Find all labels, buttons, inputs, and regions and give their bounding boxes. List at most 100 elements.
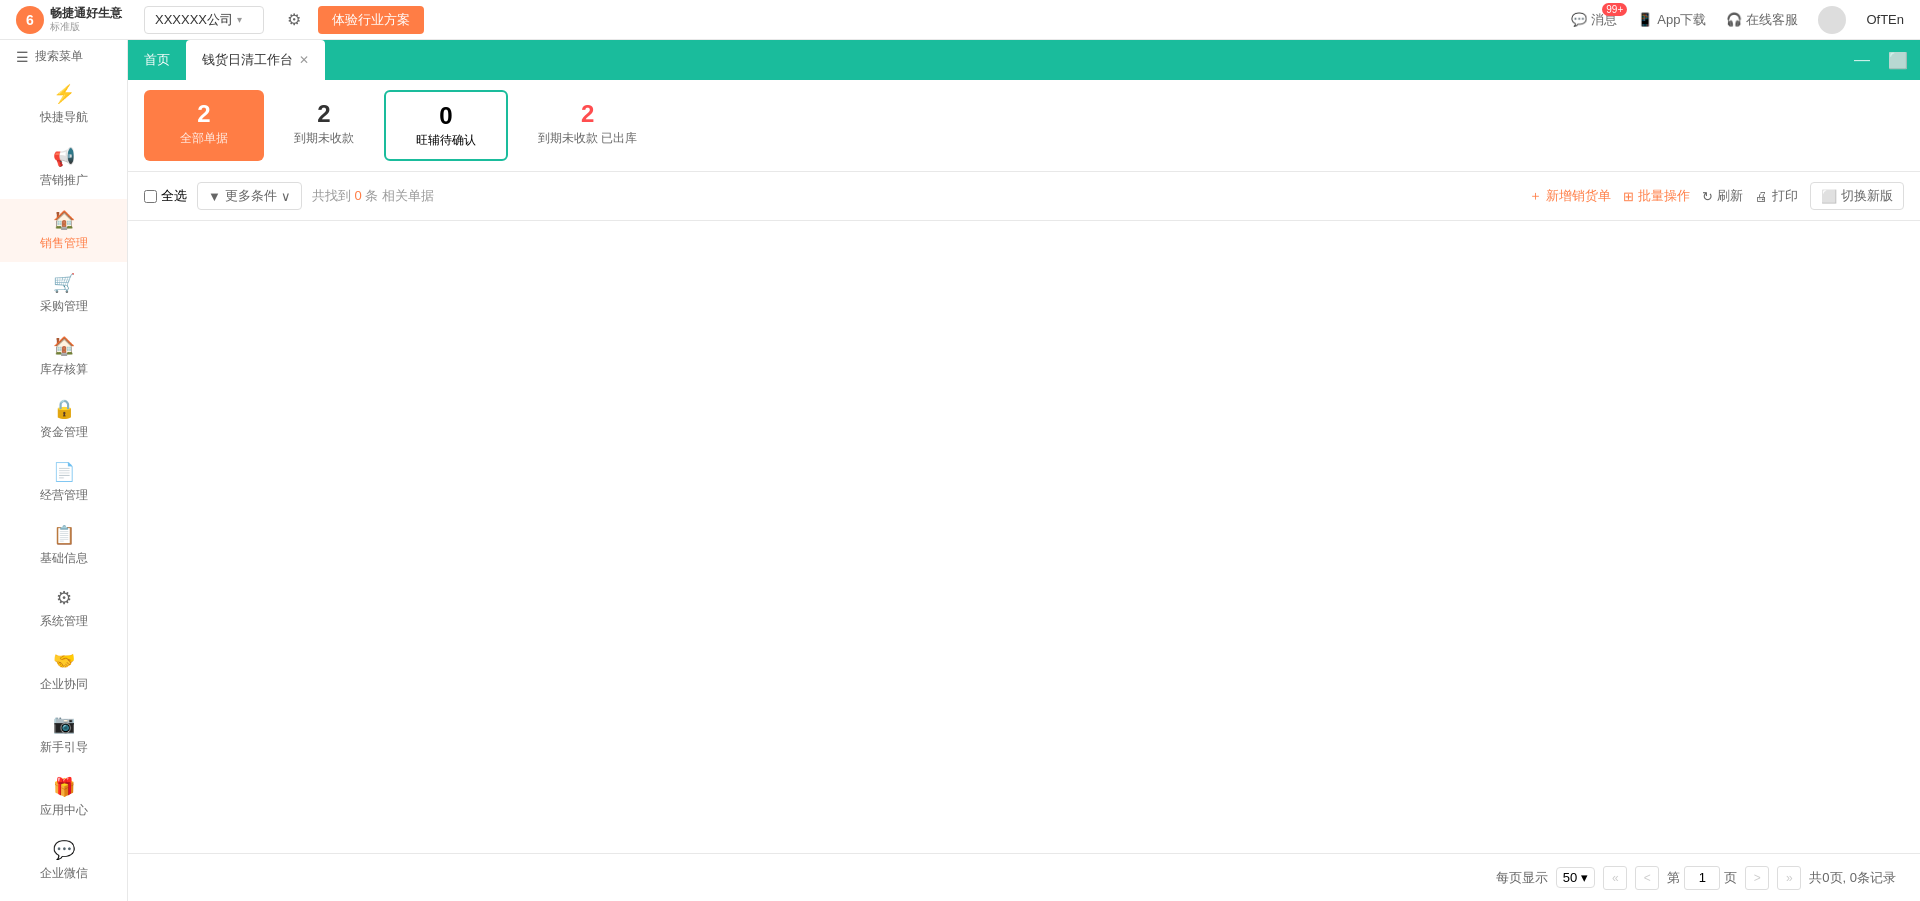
toolbar: 全选 ▼ 更多条件 ∨ 共找到 0 条 相关单据 [128, 172, 1920, 221]
add-sales-order-btn[interactable]: ＋ 新增销货单 [1529, 187, 1611, 205]
tab-bar: 首页 钱货日清工作台 ✕ — ⬜ [128, 40, 1920, 80]
select-all-checkbox[interactable]: 全选 [144, 187, 187, 205]
select-all-input[interactable] [144, 190, 157, 203]
stats-row: 2 全部单据 2 到期未收款 0 旺辅待确认 2 到期未收款 已出库 [128, 80, 1920, 172]
found-text: 共找到 0 条 相关单据 [312, 187, 434, 205]
table-area [128, 221, 1920, 853]
related-orders: 相关单据 [382, 188, 434, 203]
quick-nav-icon: ⚡ [53, 83, 75, 105]
sidebar-item-system-mgmt[interactable]: ⚙ 系统管理 [0, 577, 127, 640]
sidebar-label-basic-info: 基础信息 [40, 550, 88, 567]
stat-overdue-not-shipped-num: 2 [538, 100, 637, 128]
sidebar-label-app-center: 应用中心 [40, 802, 88, 819]
refresh-label: 刷新 [1717, 187, 1743, 205]
trial-button[interactable]: 体验行业方案 [318, 6, 424, 34]
top-header: 6 畅捷通好生意 标准版 XXXXXX公司 ▾ ⚙ 体验行业方案 💬 消息 99… [0, 0, 1920, 40]
filter-icon: ▼ [208, 189, 221, 204]
pagination-bar: 每页显示 50 ▾ « < 第 页 > [128, 853, 1920, 901]
batch-ops-label: 批量操作 [1638, 187, 1690, 205]
last-page-btn[interactable]: » [1777, 866, 1801, 890]
refresh-btn[interactable]: ↻ 刷新 [1702, 187, 1743, 205]
stat-overdue-uncollected[interactable]: 2 到期未收款 [264, 90, 384, 161]
sales-mgmt-icon: 🏠 [53, 209, 75, 231]
per-page-label: 每页显示 [1496, 869, 1548, 887]
next-page-btn[interactable]: > [1745, 866, 1769, 890]
sidebar-label-enterprise-collab: 企业协同 [40, 676, 88, 693]
company-dropdown-arrow: ▾ [237, 14, 242, 25]
prev-page-icon: < [1644, 871, 1651, 885]
stat-all-orders[interactable]: 2 全部单据 [144, 90, 264, 161]
sidebar-label-beginner-guide: 新手引导 [40, 739, 88, 756]
stat-overdue-not-shipped[interactable]: 2 到期未收款 已出库 [508, 90, 667, 161]
prev-page-btn[interactable]: < [1635, 866, 1659, 890]
enterprise-collab-icon: 🤝 [53, 650, 75, 672]
print-btn[interactable]: 🖨 打印 [1755, 187, 1798, 205]
tab-cashflow-workbench[interactable]: 钱货日清工作台 ✕ [186, 40, 325, 80]
per-page-value: 50 [1563, 870, 1577, 885]
sidebar-item-finance-mgmt[interactable]: 🔒 资金管理 [0, 388, 127, 451]
sidebar-item-beginner-guide[interactable]: 📷 新手引导 [0, 703, 127, 766]
toolbar-right: ＋ 新增销货单 ⊞ 批量操作 ↻ 刷新 🖨 打印 [1529, 182, 1904, 210]
sidebar-item-inventory[interactable]: 🏠 库存核算 [0, 325, 127, 388]
basic-info-icon: 📋 [53, 524, 75, 546]
avatar[interactable] [1818, 6, 1846, 34]
main-layout: ☰ 搜索菜单 ⚡ 快捷导航 📢 营销推广 🏠 销售管理 🛒 采购管理 🏠 库存核… [0, 40, 1920, 901]
select-all-label: 全选 [161, 187, 187, 205]
more-conditions-btn[interactable]: ▼ 更多条件 ∨ [197, 182, 302, 210]
stat-overdue-not-shipped-label: 到期未收款 已出库 [538, 130, 637, 147]
sidebar-item-basic-info[interactable]: 📋 基础信息 [0, 514, 127, 577]
sidebar-item-operation-mgmt[interactable]: 📄 经营管理 [0, 451, 127, 514]
app-download-icon: 📱 [1637, 12, 1653, 27]
user-name: OfTEn [1866, 12, 1904, 27]
enterprise-wechat-icon: 💬 [53, 839, 75, 861]
page-number-input[interactable] [1684, 866, 1720, 890]
sidebar-item-marketing[interactable]: 📢 营销推广 [0, 136, 127, 199]
stat-all-orders-num: 2 [174, 100, 234, 128]
sidebar-item-member[interactable]: ▽ 畅会员 [0, 892, 127, 901]
online-service-label: 在线客服 [1746, 11, 1798, 29]
filter-chevron-icon: ∨ [281, 189, 291, 204]
page-content: 2 全部单据 2 到期未收款 0 旺辅待确认 2 到期未收款 已出库 [128, 80, 1920, 901]
sidebar-label-search-menu: 搜索菜单 [35, 48, 83, 65]
sidebar-item-search-menu[interactable]: ☰ 搜索菜单 [0, 40, 127, 73]
logo-icon: 6 [16, 6, 44, 34]
batch-ops-btn[interactable]: ⊞ 批量操作 [1623, 187, 1690, 205]
next-page-icon: > [1754, 871, 1761, 885]
tab-cashflow-label: 钱货日清工作台 [202, 51, 293, 69]
stat-wangpu-pending[interactable]: 0 旺辅待确认 [384, 90, 508, 161]
per-page-select[interactable]: 50 ▾ [1556, 867, 1595, 888]
sidebar-item-enterprise-wechat[interactable]: 💬 企业微信 [0, 829, 127, 892]
more-conditions-label: 更多条件 [225, 187, 277, 205]
tab-minimize-btn[interactable]: — [1848, 46, 1876, 74]
found-count: 0 [355, 188, 362, 203]
messages-btn[interactable]: 💬 消息 99+ [1571, 11, 1617, 29]
sidebar-item-purchase-mgmt[interactable]: 🛒 采购管理 [0, 262, 127, 325]
tab-home[interactable]: 首页 [128, 40, 186, 80]
sidebar-item-quick-nav[interactable]: ⚡ 快捷导航 [0, 73, 127, 136]
sidebar-item-app-center[interactable]: 🎁 应用中心 [0, 766, 127, 829]
switch-new-label: 切换新版 [1841, 187, 1893, 205]
tab-home-label: 首页 [144, 51, 170, 69]
system-mgmt-icon: ⚙ [56, 587, 72, 609]
content-area: 首页 钱货日清工作台 ✕ — ⬜ 2 全部单据 2 到期未收款 [128, 40, 1920, 901]
online-service-btn[interactable]: 🎧 在线客服 [1726, 11, 1798, 29]
batch-ops-icon: ⊞ [1623, 189, 1634, 204]
print-label: 打印 [1772, 187, 1798, 205]
sidebar-label-sales-mgmt: 销售管理 [40, 235, 88, 252]
settings-icon-btn[interactable]: ⚙ [280, 6, 308, 34]
sidebar-item-enterprise-collab[interactable]: 🤝 企业协同 [0, 640, 127, 703]
company-selector[interactable]: XXXXXX公司 ▾ [144, 6, 264, 34]
message-icon: 💬 [1571, 12, 1587, 27]
tab-maximize-btn[interactable]: ⬜ [1884, 46, 1912, 74]
marketing-icon: 📢 [53, 146, 75, 168]
app-center-icon: 🎁 [53, 776, 75, 798]
online-service-icon: 🎧 [1726, 12, 1742, 27]
sidebar-item-sales-mgmt[interactable]: 🏠 销售管理 [0, 199, 127, 262]
switch-new-btn[interactable]: ⬜ 切换新版 [1810, 182, 1904, 210]
inventory-icon: 🏠 [53, 335, 75, 357]
app-download-btn[interactable]: 📱 App下载 [1637, 11, 1706, 29]
page-suffix: 页 [1724, 869, 1737, 887]
first-page-btn[interactable]: « [1603, 866, 1627, 890]
tab-close-icon[interactable]: ✕ [299, 53, 309, 67]
beginner-guide-icon: 📷 [53, 713, 75, 735]
